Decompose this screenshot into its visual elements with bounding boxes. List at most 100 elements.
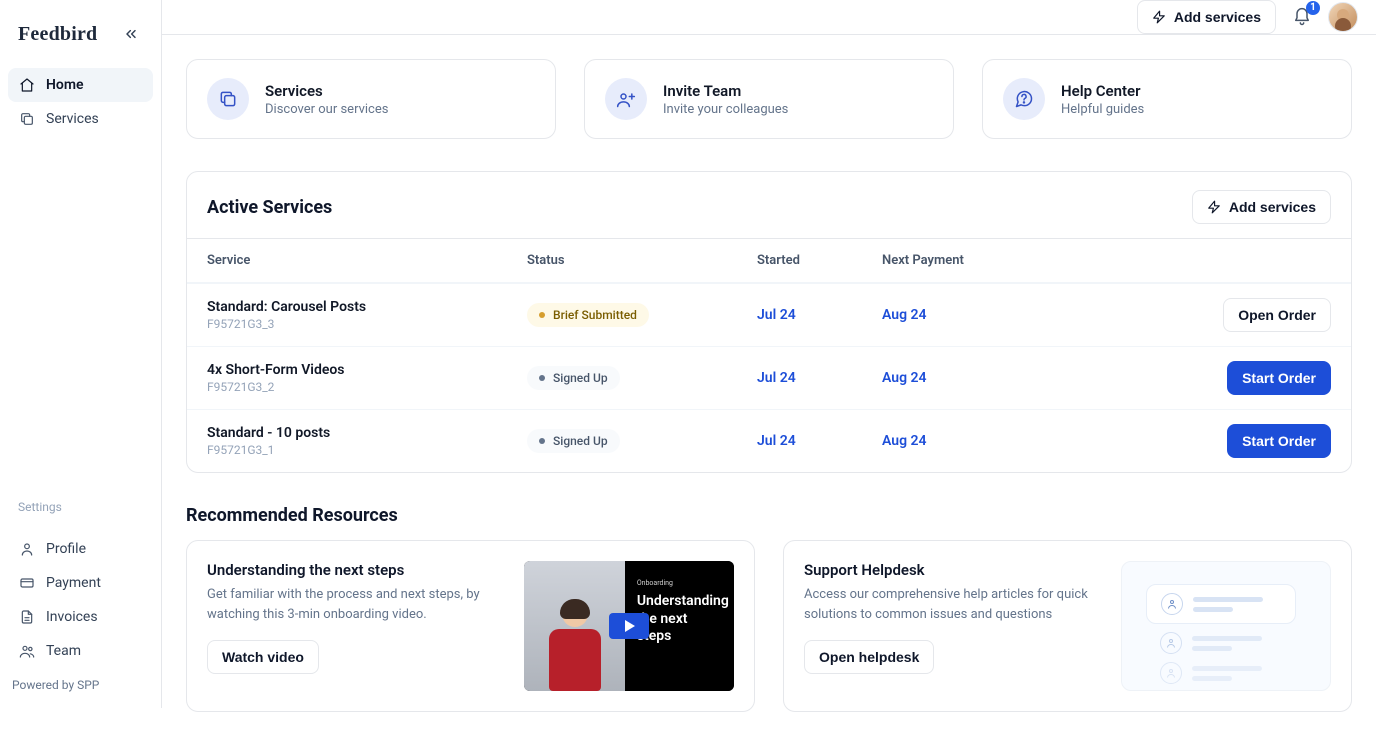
sidebar-item-services[interactable]: Services [8, 102, 153, 136]
recommended-card-helpdesk: Support Helpdesk Access our comprehensiv… [783, 540, 1352, 712]
bolt-icon [1207, 200, 1221, 214]
brand-logo: Feedbird [18, 23, 97, 46]
services-table: Service Status Started Next Payment Stan… [187, 238, 1351, 472]
sidebar-item-payment[interactable]: Payment [8, 566, 153, 600]
col-status: Status [527, 253, 757, 268]
service-id: F95721G3_3 [207, 317, 527, 331]
user-icon [18, 540, 36, 558]
next-payment-date[interactable]: Aug 24 [882, 307, 1082, 323]
rec-card-desc: Get familiar with the process and next s… [207, 585, 498, 624]
primary-nav: Home Services [8, 68, 153, 136]
recommended-row: Understanding the next steps Get familia… [182, 540, 1356, 712]
card-desc: Invite your colleagues [663, 102, 788, 117]
sidebar-item-team[interactable]: Team [8, 634, 153, 668]
status-pill: Signed Up [527, 366, 620, 390]
main: Add services 1 Services Discover our ser… [162, 0, 1376, 708]
active-services-title: Active Services [207, 197, 332, 218]
status-dot-icon [539, 375, 545, 381]
add-services-label: Add services [1174, 9, 1261, 25]
settings-section-label: Settings [8, 494, 153, 520]
started-date[interactable]: Jul 24 [757, 433, 882, 449]
rec-card-title: Support Helpdesk [804, 561, 1095, 579]
card-desc: Helpful guides [1061, 102, 1144, 117]
notifications-button[interactable]: 1 [1290, 5, 1314, 29]
topbar: Add services 1 [162, 0, 1376, 35]
status-dot-icon [539, 312, 545, 318]
card-invite-team[interactable]: Invite Team Invite your colleagues [584, 59, 954, 139]
card-help-center[interactable]: Help Center Helpful guides [982, 59, 1352, 139]
sidebar-item-label: Services [46, 111, 99, 127]
sidebar-item-label: Profile [46, 541, 86, 557]
next-payment-date[interactable]: Aug 24 [882, 370, 1082, 386]
footer-credit: Powered by SPP [8, 668, 153, 696]
helpdesk-illustration [1121, 561, 1331, 691]
sidebar-item-invoices[interactable]: Invoices [8, 600, 153, 634]
active-services-panel: Active Services Add services Service Sta… [186, 171, 1352, 473]
started-date[interactable]: Jul 24 [757, 307, 882, 323]
bolt-icon [1152, 10, 1166, 24]
start-order-button[interactable]: Start Order [1227, 361, 1331, 395]
service-id: F95721G3_2 [207, 380, 527, 394]
card-services[interactable]: Services Discover our services [186, 59, 556, 139]
collapse-sidebar-button[interactable] [119, 22, 143, 46]
person-icon [1161, 593, 1183, 615]
table-row: Standard - 10 posts F95721G3_1 Signed Up… [187, 409, 1351, 472]
video-tag: Onboarding [637, 579, 722, 587]
panel-header: Active Services Add services [187, 172, 1351, 238]
col-started: Started [757, 253, 882, 268]
recommended-title: Recommended Resources [182, 505, 1356, 540]
rec-card-desc: Access our comprehensive help articles f… [804, 585, 1095, 624]
card-desc: Discover our services [265, 102, 388, 117]
start-order-button[interactable]: Start Order [1227, 424, 1331, 458]
col-service: Service [207, 253, 527, 268]
notification-badge: 1 [1306, 1, 1320, 15]
card-title: Help Center [1061, 82, 1144, 100]
table-row: Standard: Carousel Posts F95721G3_3 Brie… [187, 283, 1351, 346]
service-id: F95721G3_1 [207, 443, 527, 457]
file-icon [18, 608, 36, 626]
settings-nav: Profile Payment Invoices Team [8, 532, 153, 668]
home-icon [18, 76, 36, 94]
service-name[interactable]: 4x Short-Form Videos [207, 362, 527, 378]
card-title: Invite Team [663, 82, 788, 100]
rec-card-title: Understanding the next steps [207, 561, 498, 579]
table-row: 4x Short-Form Videos F95721G3_2 Signed U… [187, 346, 1351, 409]
card-title: Services [265, 82, 388, 100]
sidebar-item-label: Invoices [46, 609, 98, 625]
status-text: Signed Up [553, 434, 608, 448]
sidebar-item-profile[interactable]: Profile [8, 532, 153, 566]
recommended-card-video: Understanding the next steps Get familia… [186, 540, 755, 712]
user-avatar[interactable] [1328, 2, 1358, 32]
onboarding-video-thumbnail[interactable]: Onboarding Understanding the next steps [524, 561, 734, 691]
service-name[interactable]: Standard - 10 posts [207, 425, 527, 441]
sidebar-item-label: Payment [46, 575, 101, 591]
content: Services Discover our services Invite Te… [162, 35, 1376, 736]
card-icon [18, 574, 36, 592]
next-payment-date[interactable]: Aug 24 [882, 433, 1082, 449]
person-icon [1160, 662, 1182, 684]
open-helpdesk-button[interactable]: Open helpdesk [804, 640, 934, 674]
status-dot-icon [539, 438, 545, 444]
help-card-icon [1003, 78, 1045, 120]
panel-add-services-button[interactable]: Add services [1192, 190, 1331, 224]
add-services-button[interactable]: Add services [1137, 0, 1276, 34]
add-services-label: Add services [1229, 199, 1316, 215]
open-order-button[interactable]: Open Order [1223, 298, 1331, 332]
status-pill: Brief Submitted [527, 303, 649, 327]
sidebar-item-home[interactable]: Home [8, 68, 153, 102]
top-cards-row: Services Discover our services Invite Te… [182, 59, 1356, 139]
service-name[interactable]: Standard: Carousel Posts [207, 299, 527, 315]
users-icon [18, 642, 36, 660]
copy-icon [18, 110, 36, 128]
table-header: Service Status Started Next Payment [187, 238, 1351, 283]
started-date[interactable]: Jul 24 [757, 370, 882, 386]
status-pill: Signed Up [527, 429, 620, 453]
sidebar-item-label: Home [46, 77, 84, 93]
play-icon [609, 613, 649, 639]
video-title: Understanding the next steps [637, 593, 722, 646]
services-card-icon [207, 78, 249, 120]
invite-card-icon [605, 78, 647, 120]
watch-video-button[interactable]: Watch video [207, 640, 319, 674]
status-text: Signed Up [553, 371, 608, 385]
chevrons-left-icon [123, 26, 139, 42]
